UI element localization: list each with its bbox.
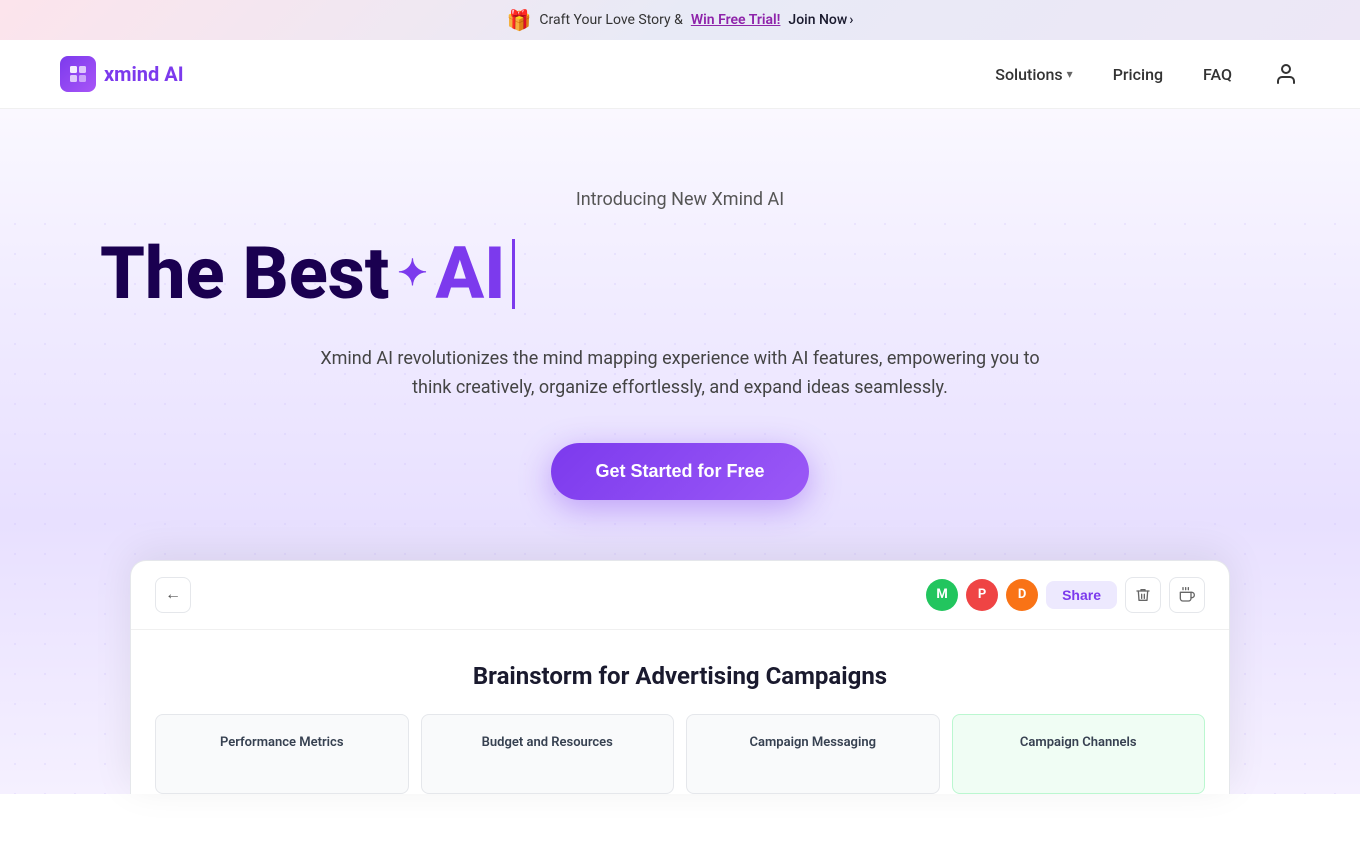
avatar-p: P [966,579,998,611]
demo-card-2: Budget and Resources [421,714,675,794]
demo-card-4: Campaign Channels [952,714,1206,794]
announcement-arrow: › [849,12,853,28]
announcement-emoji: 🎁 [507,8,532,32]
avatar-m: M [926,579,958,611]
demo-cards: Performance Metrics Budget and Resources… [155,714,1205,794]
demo-card-1: Performance Metrics [155,714,409,794]
avatar-d: D [1006,579,1038,611]
nav-pricing[interactable]: Pricing [1113,65,1163,84]
get-started-button[interactable]: Get Started for Free [551,443,808,500]
navbar: xmind AI Solutions ▾ Pricing FAQ [0,40,1360,109]
hero-subtitle: Introducing New Xmind AI [40,189,1320,210]
demo-back-button[interactable]: ← [155,577,191,613]
text-cursor [512,239,515,309]
nav-solutions[interactable]: Solutions ▾ [995,65,1072,84]
logo[interactable]: xmind AI [60,56,184,92]
announcement-highlight[interactable]: Win Free Trial! [691,12,781,28]
nav-links: Solutions ▾ Pricing FAQ [995,60,1300,88]
hero-section: Introducing New Xmind AI The Best ✦ AI X… [0,109,1360,794]
demo-window: ← M P D Share [130,560,1230,794]
hero-title-start: The Best [100,234,389,313]
demo-card-3: Campaign Messaging [686,714,940,794]
nav-faq[interactable]: FAQ [1203,65,1232,84]
delete-icon[interactable] [1125,577,1161,613]
announcement-cta[interactable]: Join Now › [788,12,853,28]
hero-description: Xmind AI revolutionizes the mind mapping… [320,345,1040,403]
hero-title: The Best ✦ AI [40,234,1320,313]
announcement-text: Craft Your Love Story & [539,12,682,28]
sparkle-icon: ✦ [397,254,427,294]
hero-title-ai: ✦ AI [397,234,514,313]
logo-icon [60,56,96,92]
demo-toolbar-right: M P D Share [926,577,1205,613]
announcement-bar: 🎁 Craft Your Love Story & Win Free Trial… [0,0,1360,40]
hero-content: Introducing New Xmind AI The Best ✦ AI X… [40,189,1320,794]
demo-title: Brainstorm for Advertising Campaigns [155,662,1205,690]
chevron-down-icon: ▾ [1067,67,1073,81]
demo-content: Brainstorm for Advertising Campaigns Per… [131,630,1229,794]
share-button[interactable]: Share [1046,581,1117,609]
logo-text: xmind AI [104,62,184,86]
share-export-icon[interactable] [1169,577,1205,613]
demo-toolbar: ← M P D Share [131,561,1229,630]
user-account-icon[interactable] [1272,60,1300,88]
